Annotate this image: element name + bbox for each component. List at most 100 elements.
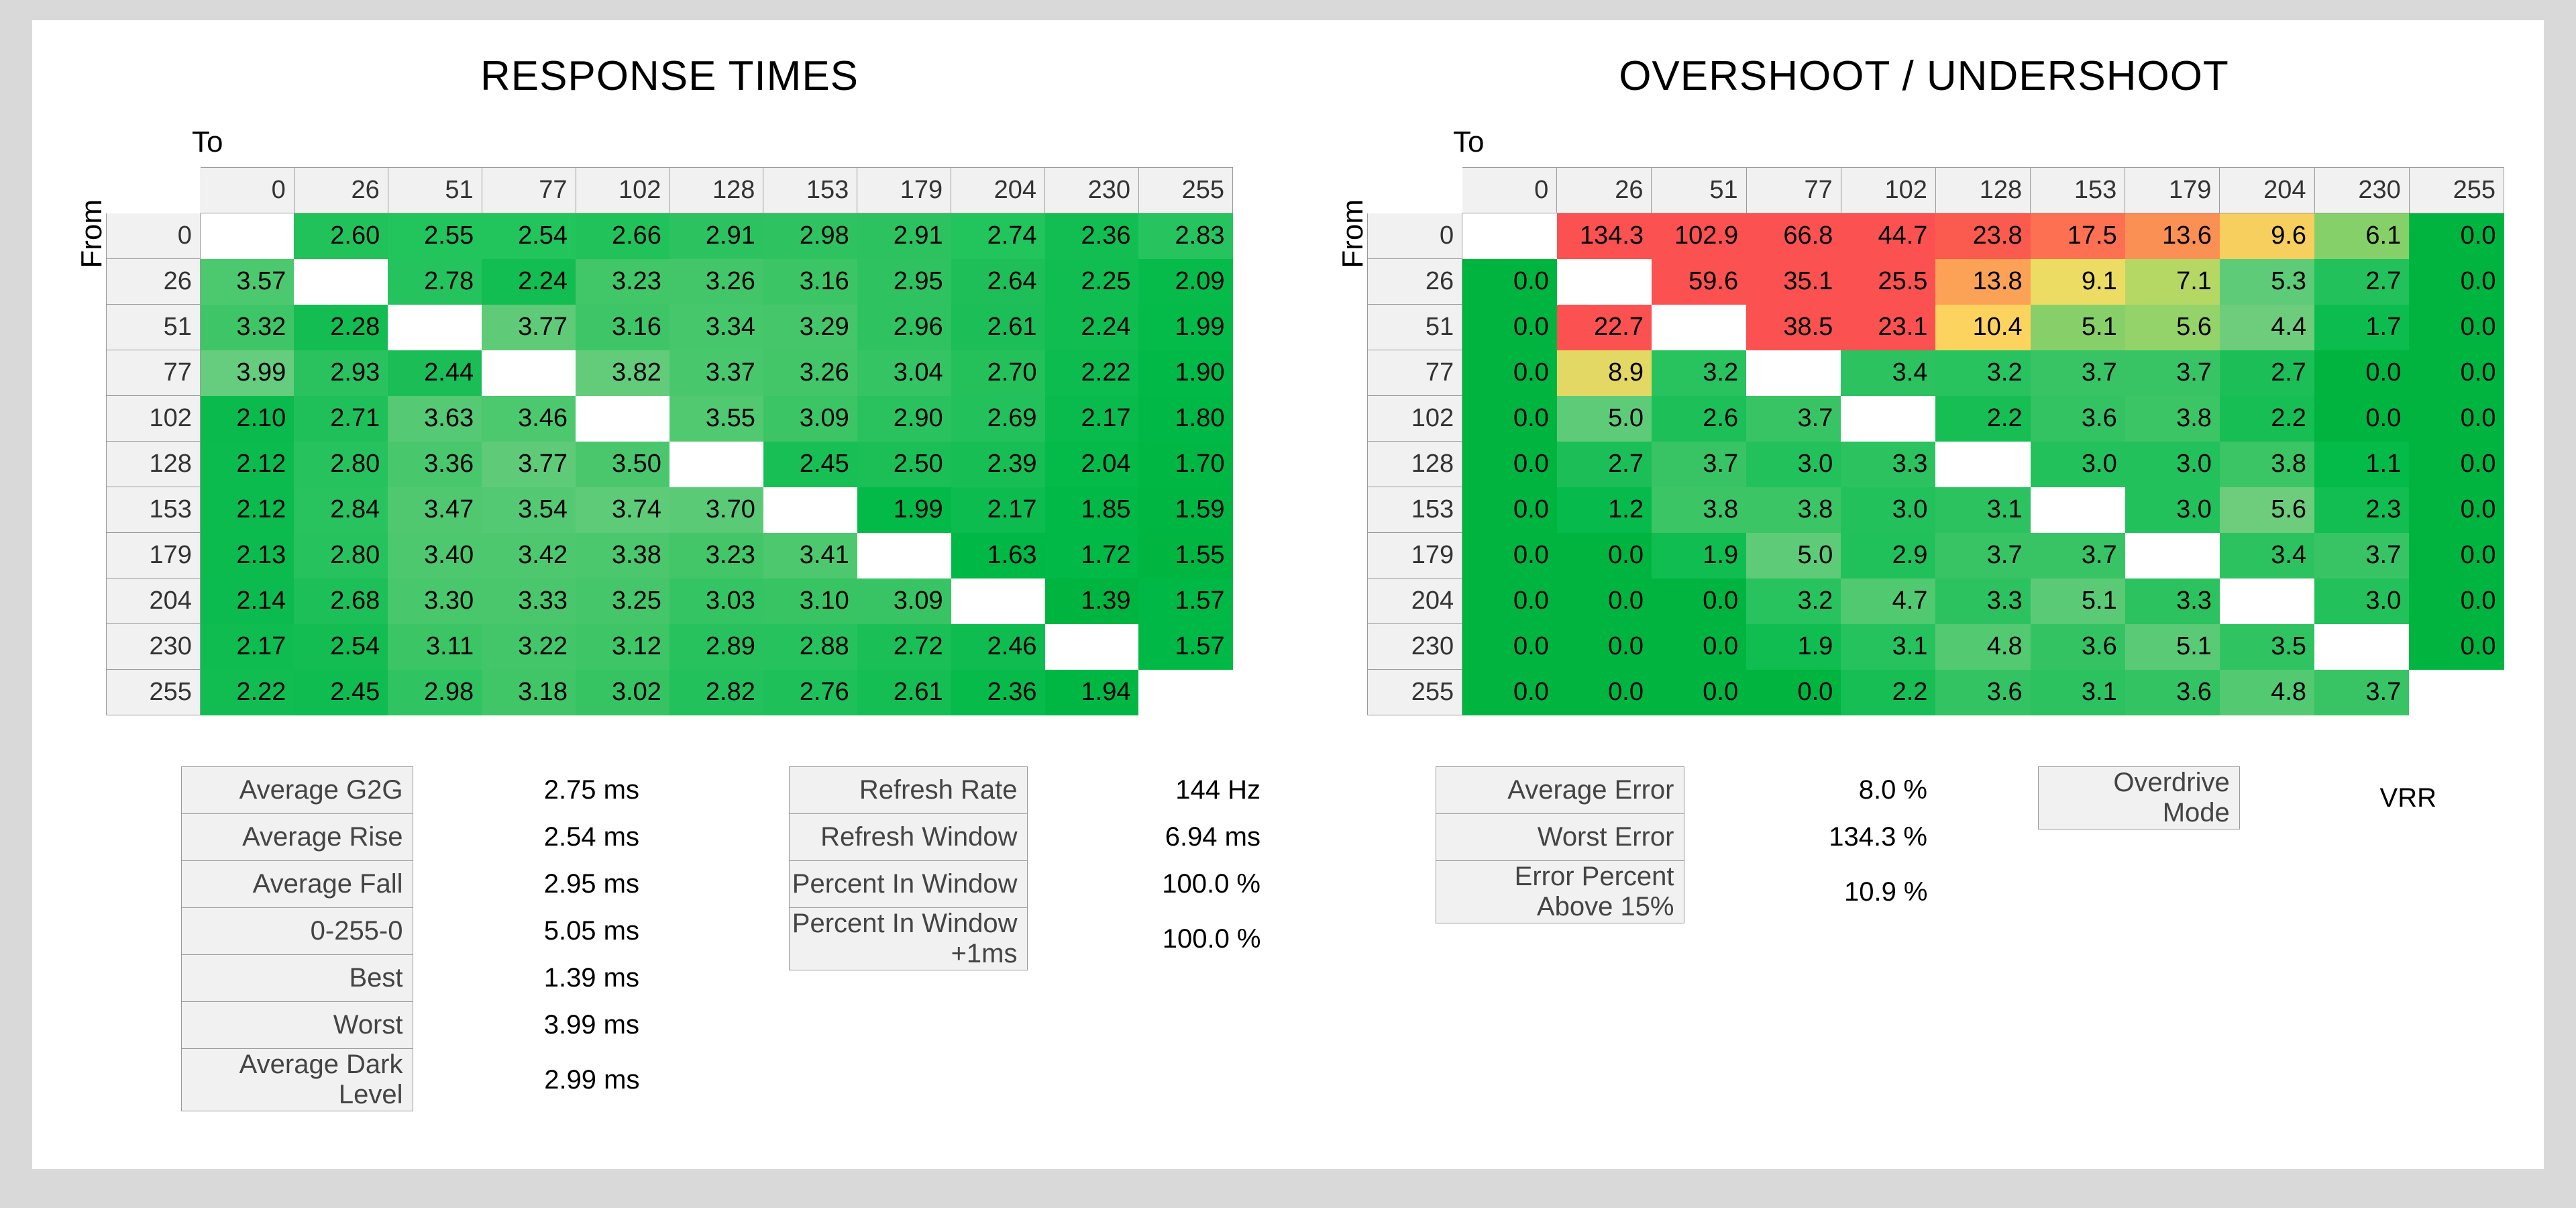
heatmap-cell: 3.30 <box>388 578 482 624</box>
table-row: 179 0.0 0.0 1.9 5.0 2.9 3.7 3.7 3.4 3.7 0.0 <box>1366 532 2504 578</box>
stat-label: Percent In Window +1ms <box>789 907 1028 970</box>
heatmap-cell: 0.0 <box>1462 395 1557 442</box>
heatmap-cell: 2.50 <box>857 441 951 487</box>
heatmap-cell: 2.6 <box>1651 395 1747 442</box>
heatmap-cell-empty <box>2314 623 2410 670</box>
table-row: 230 0.0 0.0 0.0 1.9 3.1 4.8 3.6 5.1 3.5 0.0 <box>1366 623 2504 670</box>
heatmap-cell: 7.1 <box>2125 258 2220 305</box>
heatmap-cell: 3.3 <box>2125 578 2220 624</box>
heatmap-cell: 3.37 <box>669 350 763 396</box>
heatmap-cell: 3.23 <box>669 532 763 578</box>
heatmap-cell: 0.0 <box>1556 623 1652 670</box>
heatmap-cell: 3.8 <box>2125 395 2220 442</box>
heatmap-cell: 2.7 <box>2314 258 2410 305</box>
row-header-26: 26 <box>106 258 201 305</box>
heatmap-cell: 2.36 <box>1044 213 1139 259</box>
row-header-26: 26 <box>1366 258 1463 305</box>
heatmap-cell: 2.12 <box>200 487 294 533</box>
stat-row: Worst 3.99 ms <box>181 1001 644 1049</box>
row-header-179: 179 <box>1366 532 1463 578</box>
column-header-102: 102 <box>575 167 670 213</box>
row-header-179: 179 <box>106 532 201 578</box>
refresh-stats: Refresh Rate 144 Hz Refresh Window 6.94 ms P… <box>789 766 1265 970</box>
table-row: 153 2.12 2.84 3.47 3.54 3.74 3.70 1.99 2.17 1.85 1… <box>106 487 1233 533</box>
heatmap-cell: 102.9 <box>1651 213 1747 259</box>
heatmap-cell-empty <box>2409 669 2504 715</box>
table-row: 153 0.0 1.2 3.8 3.8 3.0 3.1 3.0 5.6 2.3 0.0 <box>1366 487 2504 533</box>
stat-label: Overdrive Mode <box>2038 766 2240 829</box>
heatmap-cell: 10.4 <box>1935 304 2031 350</box>
heatmap-cell: 3.1 <box>1935 487 2031 533</box>
row-header-255: 255 <box>1366 669 1463 715</box>
heatmap-cell: 2.54 <box>482 213 576 259</box>
heatmap-cell: 2.25 <box>1044 258 1139 305</box>
table-row: 255 2.22 2.45 2.98 3.18 3.02 2.82 2.76 2.61 2.36 1… <box>106 669 1233 715</box>
response-times-table: 0 26 51 77 102 128 153 179 204 230 255 0 2.60 2.55 2.5… <box>106 167 1234 715</box>
row-header-77: 77 <box>106 350 201 396</box>
heatmap-cell-empty <box>1044 623 1139 670</box>
table-row: 51 0.0 22.7 38.5 23.1 10.4 5.1 5.6 4.4 1.7 0.0 <box>1366 304 2504 350</box>
column-header-row: 0 26 51 77 102 128 153 179 204 230 255 <box>106 167 1234 213</box>
heatmap-cell: 3.7 <box>2125 350 2220 396</box>
heatmap-cell: 1.72 <box>1044 532 1139 578</box>
heatmap-cell: 3.34 <box>669 304 763 350</box>
heatmap-cell: 2.3 <box>2314 487 2410 533</box>
heatmap-cell: 3.77 <box>482 441 576 487</box>
stat-label: Refresh Rate <box>789 766 1028 814</box>
heatmap-cell: 2.90 <box>857 395 951 442</box>
heatmap-cell: 0.0 <box>2409 441 2504 487</box>
heatmap-cell: 4.4 <box>2219 304 2315 350</box>
heatmap-cell: 3.7 <box>2314 669 2410 715</box>
heatmap-cell: 35.1 <box>1746 258 1841 305</box>
stat-label: Worst <box>181 1001 413 1049</box>
heatmap-cell: 3.0 <box>1746 441 1841 487</box>
heatmap-cell-empty <box>1556 258 1652 305</box>
heatmap-cell-empty <box>1746 350 1841 396</box>
heatmap-cell: 2.17 <box>1044 395 1139 442</box>
heatmap-cell: 1.70 <box>1138 441 1233 487</box>
response-summary-stats: Average G2G 2.75 ms Average Rise 2.54 ms Ave… <box>181 766 644 1111</box>
heatmap-cell: 3.36 <box>388 441 482 487</box>
stat-value: 100.0 % <box>1162 869 1260 899</box>
heatmap-cell: 1.1 <box>2314 441 2410 487</box>
heatmap-cell: 2.13 <box>200 532 294 578</box>
row-header-51: 51 <box>1366 304 1463 350</box>
heatmap-cell: 3.22 <box>482 623 576 670</box>
heatmap-cell: 2.24 <box>1044 304 1139 350</box>
heatmap-cell: 1.59 <box>1138 487 1233 533</box>
heatmap-cell: 2.71 <box>294 395 388 442</box>
heatmap-cell: 2.96 <box>857 304 951 350</box>
column-header-26: 26 <box>293 167 388 213</box>
heatmap-cell: 2.46 <box>951 623 1045 670</box>
heatmap-cell: 2.2 <box>1935 395 2031 442</box>
stat-label: Best <box>181 954 413 1002</box>
heatmap-cell: 2.7 <box>1556 441 1652 487</box>
stat-row: Percent In Window +1ms 100.0 % <box>789 907 1265 970</box>
stat-label: Average Fall <box>181 860 413 908</box>
heatmap-cell: 3.6 <box>1935 669 2031 715</box>
table-row: 0 134.3 102.9 66.8 44.7 23.8 17.5 13.6 9.6 6.1 0.0 <box>1366 213 2504 259</box>
row-header-153: 153 <box>1366 487 1463 533</box>
heatmap-cell: 3.40 <box>388 532 482 578</box>
page-title-response-times: RESPONSE TIMES <box>480 53 859 99</box>
heatmap-cell: 6.1 <box>2314 213 2410 259</box>
heatmap-cell: 1.9 <box>1651 532 1747 578</box>
heatmap-cell: 4.8 <box>2219 669 2315 715</box>
heatmap-cell-empty <box>482 350 576 396</box>
heatmap-cell: 2.91 <box>857 213 951 259</box>
heatmap-cell: 3.2 <box>1746 578 1841 624</box>
heatmap-cell-empty <box>200 213 294 259</box>
heatmap-cell: 2.12 <box>200 441 294 487</box>
heatmap-cell: 3.2 <box>1935 350 2031 396</box>
heatmap-cell-empty <box>1841 395 1936 442</box>
column-header-77: 77 <box>1746 167 1841 213</box>
heatmap-cell: 3.0 <box>2314 578 2410 624</box>
heatmap-cell-empty <box>1651 304 1747 350</box>
stat-row: Best 1.39 ms <box>181 954 644 1002</box>
stat-value: 134.3 % <box>1829 822 1927 852</box>
heatmap-cell: 9.1 <box>2030 258 2125 305</box>
column-header-230: 230 <box>2314 167 2410 213</box>
heatmap-cell: 2.28 <box>294 304 388 350</box>
heatmap-cell: 5.1 <box>2125 623 2220 670</box>
heatmap-cell: 3.09 <box>763 395 857 442</box>
